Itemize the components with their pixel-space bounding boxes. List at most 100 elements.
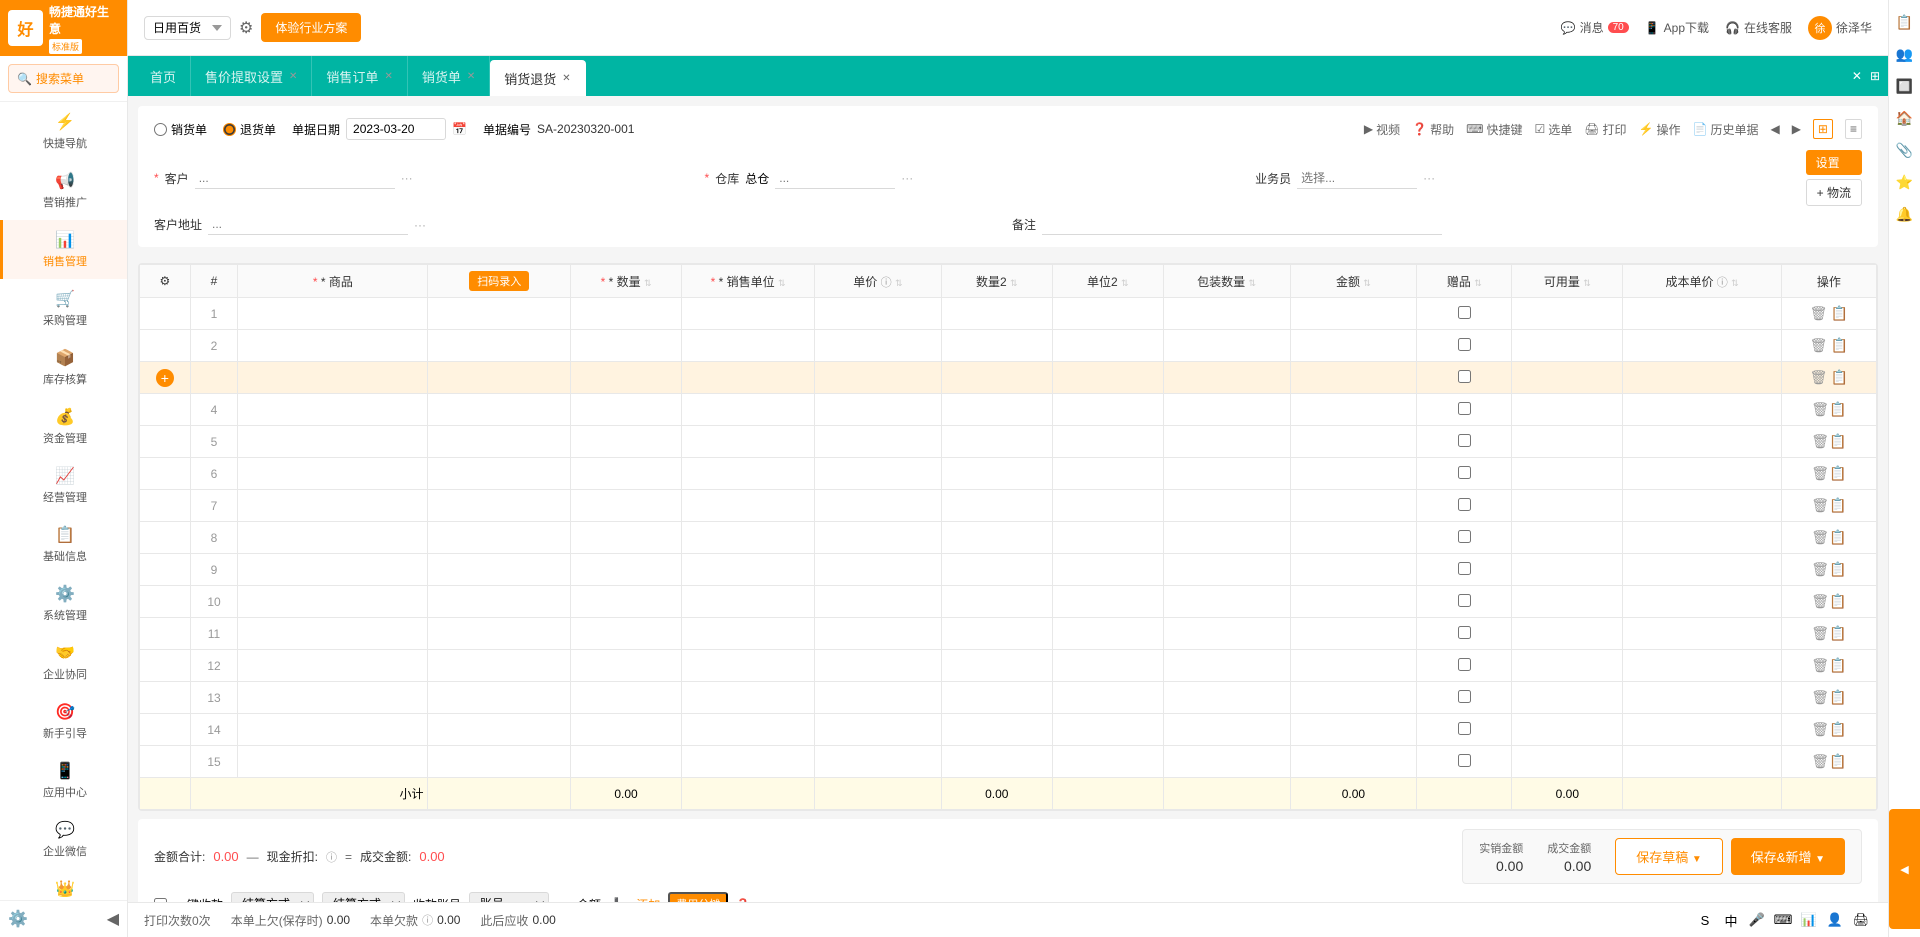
copy-icon-9[interactable]: 📋 xyxy=(1829,561,1846,577)
row-unit-2[interactable] xyxy=(682,330,815,362)
copy-icon-8[interactable]: 📋 xyxy=(1829,529,1846,545)
delete-icon-14[interactable]: 🗑 xyxy=(1811,721,1829,737)
row-amount-3[interactable] xyxy=(1290,362,1417,394)
unit-sort-icon[interactable]: ⇅ xyxy=(778,278,786,288)
unit2-sort-icon[interactable]: ⇅ xyxy=(1121,278,1129,288)
row-pkgqty-1[interactable] xyxy=(1163,298,1290,330)
right-panel-icon-6[interactable]: ⭐ xyxy=(1891,168,1919,196)
delete-icon-8[interactable]: 🗑 xyxy=(1811,529,1829,545)
right-panel-icon-2[interactable]: 👥 xyxy=(1891,40,1919,68)
row-qty2-3[interactable] xyxy=(941,362,1052,394)
copy-icon-4[interactable]: 📋 xyxy=(1829,401,1846,417)
chevron-down-icon[interactable]: ▼ xyxy=(1692,854,1702,865)
row-costprice-3[interactable] xyxy=(1623,362,1781,394)
row-gift-1[interactable] xyxy=(1417,298,1512,330)
row-costprice-1[interactable] xyxy=(1623,298,1781,330)
delete-icon-5[interactable]: 🗑 xyxy=(1811,433,1829,449)
qty-sort-icon[interactable]: ⇅ xyxy=(644,278,652,288)
date-input[interactable] xyxy=(346,118,446,140)
discount-info-icon[interactable]: ⓘ xyxy=(326,849,337,865)
operate-btn[interactable]: ⚡ 操作 xyxy=(1639,121,1681,138)
list-view-icon[interactable]: ≡ xyxy=(1845,119,1862,139)
next-icon[interactable]: ▶ xyxy=(1792,122,1801,136)
sidebar-item-system[interactable]: ⚙️ 系统管理 xyxy=(0,574,127,633)
row-product-2[interactable] xyxy=(238,330,428,362)
row-available-1[interactable] xyxy=(1512,298,1623,330)
add-row-button[interactable]: + xyxy=(156,369,174,387)
help-btn[interactable]: ❓ 帮助 xyxy=(1412,121,1454,138)
delete-icon-12[interactable]: 🗑 xyxy=(1811,657,1829,673)
qty2-sort-icon[interactable]: ⇅ xyxy=(1010,278,1018,288)
tab-sales-price[interactable]: 售价提取设置 ✕ xyxy=(191,56,312,96)
copy-icon-3[interactable]: 📋 xyxy=(1831,369,1848,385)
taskbar-icon-4[interactable]: ⌨ xyxy=(1772,909,1794,931)
delete-icon-4[interactable]: 🗑 xyxy=(1811,401,1829,417)
experience-button[interactable]: 体验行业方案 xyxy=(261,13,361,42)
copy-icon-14[interactable]: 📋 xyxy=(1829,721,1846,737)
app-download-item[interactable]: 📱 App下载 xyxy=(1645,19,1709,36)
copy-icon-2[interactable]: 📋 xyxy=(1831,337,1848,353)
gift-sort-icon[interactable]: ⇅ xyxy=(1474,278,1482,288)
copy-icon-10[interactable]: 📋 xyxy=(1829,593,1846,609)
radio-sale-input[interactable] xyxy=(154,123,167,136)
sidebar-item-purchase[interactable]: 🛒 采购管理 xyxy=(0,279,127,338)
sidebar-item-basic[interactable]: 📋 基础信息 xyxy=(0,515,127,574)
customer-more-icon[interactable]: ··· xyxy=(401,171,413,185)
row-pkgqty-2[interactable] xyxy=(1163,330,1290,362)
tab-home[interactable]: 首页 xyxy=(136,56,191,96)
tab-close-all-icon[interactable]: ✕ xyxy=(1852,69,1862,83)
row-unit2-2[interactable] xyxy=(1052,330,1163,362)
delete-icon-10[interactable]: 🗑 xyxy=(1811,593,1829,609)
collapse-icon[interactable]: ◀ xyxy=(107,909,119,929)
sidebar-item-operations[interactable]: 📈 经营管理 xyxy=(0,456,127,515)
row-price-2[interactable] xyxy=(815,330,942,362)
calculate-select[interactable]: 结算方式 xyxy=(322,892,405,902)
row-qty-1[interactable] xyxy=(571,298,682,330)
row-unit2-1[interactable] xyxy=(1052,298,1163,330)
copy-icon-1[interactable]: 📋 xyxy=(1831,305,1848,321)
select-btn[interactable]: ☑ 选单 xyxy=(1534,121,1572,138)
tab-close-sales-return[interactable]: ✕ xyxy=(562,73,570,84)
row-amount-1[interactable] xyxy=(1290,298,1417,330)
search-menu-button[interactable]: 🔍 搜索菜单 xyxy=(8,64,119,93)
right-panel-icon-7[interactable]: 🔔 xyxy=(1891,200,1919,228)
right-panel-icon-1[interactable]: 📋 xyxy=(1891,8,1919,36)
barcode-scan-btn[interactable]: 扫码录入 xyxy=(469,271,529,291)
right-panel-icon-5[interactable]: 📎 xyxy=(1891,136,1919,164)
sidebar-item-marketing[interactable]: 📢 营销推广 xyxy=(0,161,127,220)
industry-select[interactable]: 日用百货 xyxy=(144,16,231,40)
topbar-gear-icon[interactable]: ⚙ xyxy=(239,18,253,38)
sidebar-item-appstore[interactable]: 📱 应用中心 xyxy=(0,751,127,810)
copy-icon-5[interactable]: 📋 xyxy=(1829,433,1846,449)
costprice-sort-icon[interactable]: ⇅ xyxy=(1731,278,1739,288)
customer-input[interactable] xyxy=(195,168,395,189)
taskbar-icon-6[interactable]: 👤 xyxy=(1824,909,1846,931)
gift-checkbox-2[interactable] xyxy=(1458,338,1471,351)
sidebar-item-sales[interactable]: 📊 销售管理 xyxy=(0,220,127,279)
product-input-1[interactable] xyxy=(242,307,423,321)
taskbar-icon-7[interactable]: 🖨 xyxy=(1850,909,1872,931)
address-more-icon[interactable]: ··· xyxy=(414,218,426,232)
gift-checkbox-1[interactable] xyxy=(1458,306,1471,319)
settle-select[interactable]: 结算方式 xyxy=(231,892,314,902)
copy-icon-7[interactable]: 📋 xyxy=(1829,497,1846,513)
sidebar-item-finance[interactable]: 💰 资金管理 xyxy=(0,397,127,456)
shortcut-btn[interactable]: ⌨ 快捷键 xyxy=(1466,121,1522,138)
user-item[interactable]: 徐 徐泽华 xyxy=(1808,16,1872,40)
row-pkgqty-3[interactable] xyxy=(1163,362,1290,394)
message-item[interactable]: 💬 消息 70 xyxy=(1561,19,1629,36)
available-sort-icon[interactable]: ⇅ xyxy=(1583,278,1591,288)
address-input[interactable] xyxy=(208,214,408,235)
copy-icon-13[interactable]: 📋 xyxy=(1829,689,1846,705)
warehouse-input[interactable] xyxy=(775,168,895,189)
settings-btn[interactable]: 设置 xyxy=(1806,150,1862,175)
calendar-icon[interactable]: 📅 xyxy=(452,122,467,136)
taskbar-icon-5[interactable]: 📊 xyxy=(1798,909,1820,931)
sidebar-item-cooperation[interactable]: 🤝 企业协同 xyxy=(0,633,127,692)
tab-sales-order[interactable]: 销售订单 ✕ xyxy=(312,56,407,96)
amount-sort-icon[interactable]: ⇅ xyxy=(1363,278,1371,288)
taskbar-icon-3[interactable]: 🎤 xyxy=(1746,909,1768,931)
row-price-3[interactable] xyxy=(815,362,942,394)
history-btn[interactable]: 📄 历史单据 xyxy=(1692,121,1758,138)
row-unit-3[interactable] xyxy=(682,362,815,394)
